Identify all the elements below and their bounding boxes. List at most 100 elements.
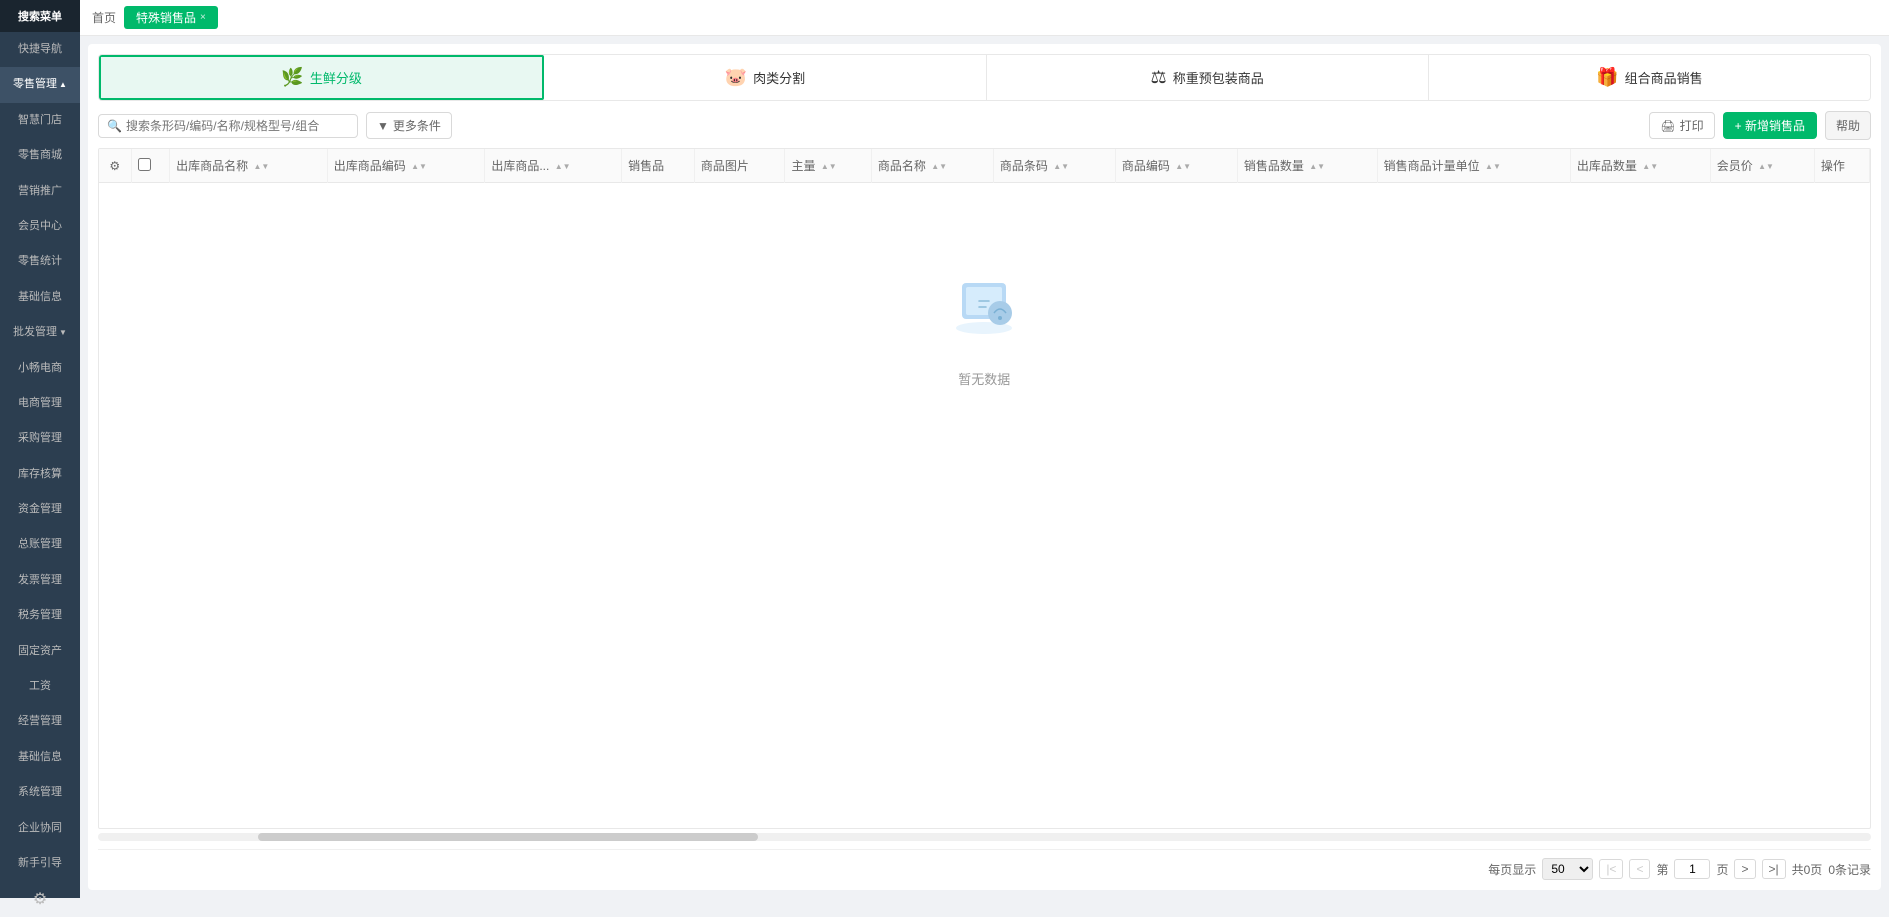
help-button[interactable]: 帮助	[1825, 111, 1871, 140]
per-page-label: 每页显示	[1488, 861, 1536, 878]
sidebar-item-tax[interactable]: 税务管理	[0, 598, 80, 633]
filter-label: 更多条件	[393, 117, 441, 134]
sidebar-item-invoice[interactable]: 发票管理	[0, 563, 80, 598]
sidebar-item-ecom-mgmt[interactable]: 电商管理	[0, 386, 80, 421]
next-page-button[interactable]: >	[1734, 859, 1755, 879]
th-outbound-qty: 出库品数量 ▲▼	[1570, 149, 1710, 183]
close-tab-icon[interactable]: ×	[200, 12, 206, 23]
home-link[interactable]: 首页	[92, 9, 116, 26]
page-number-input[interactable]	[1674, 859, 1710, 879]
page-unit: 页	[1716, 861, 1728, 878]
filter-icon: ▼	[377, 119, 389, 133]
tab-fresh-grade-label: 生鲜分级	[310, 68, 362, 87]
sort-product-name-icon[interactable]: ▲▼	[931, 163, 947, 171]
sidebar-item-finance[interactable]: 资金管理	[0, 492, 80, 527]
sidebar-item-enterprise[interactable]: 企业协同	[0, 811, 80, 846]
sidebar-item-base-info2[interactable]: 基础信息	[0, 740, 80, 775]
sidebar-item-base-info[interactable]: 基础信息	[0, 280, 80, 315]
th-image: 商品图片	[694, 149, 785, 183]
th-product-code: 商品编码 ▲▼	[1115, 149, 1237, 183]
sort-product-code-icon[interactable]: ▲▼	[1175, 163, 1191, 171]
sidebar-item-quick[interactable]: 快捷导航	[0, 32, 80, 67]
empty-illustration	[944, 263, 1024, 357]
sidebar-logo[interactable]: 搜索菜单	[0, 0, 80, 32]
sidebar: 搜索菜单 快捷导航 零售管理 智慧门店 零售商城 营销推广 会员中心 零售统计 …	[0, 0, 80, 898]
tab-meat-cut[interactable]: 🐷 肉类分割	[544, 55, 986, 100]
select-all-checkbox[interactable]	[138, 158, 151, 171]
print-button[interactable]: 🖨 打印	[1649, 112, 1714, 139]
sidebar-item-ecommerce[interactable]: 小畅电商	[0, 351, 80, 386]
th-outbound-name: 出库商品名称 ▲▼	[170, 149, 328, 183]
sidebar-item-ledger[interactable]: 总账管理	[0, 527, 80, 562]
empty-text: 暂无数据	[958, 369, 1010, 388]
sidebar-item-smart-store[interactable]: 智慧门店	[0, 103, 80, 138]
sidebar-item-retail-mall[interactable]: 零售商城	[0, 138, 80, 173]
sidebar-item-inventory[interactable]: 库存核算	[0, 457, 80, 492]
sort-barcode-icon[interactable]: ▲▼	[1053, 163, 1069, 171]
th-outbound-spec: 出库商品... ▲▼	[485, 149, 622, 183]
data-table-wrap: ⚙ 出库商品名称 ▲▼ 出库商品编码 ▲▼ 出库商品... ▲▼	[98, 148, 1871, 829]
sidebar-item-marketing[interactable]: 营销推广	[0, 174, 80, 209]
th-sale-item: 销售品	[622, 149, 695, 183]
help-label: 帮助	[1836, 119, 1860, 133]
sidebar-item-system[interactable]: 系统管理	[0, 775, 80, 810]
prev-page-button[interactable]: <	[1629, 859, 1650, 879]
th-sale-unit: 销售商品计量单位 ▲▼	[1377, 149, 1570, 183]
tab-combo-sale[interactable]: 🎁 组合商品销售	[1429, 55, 1870, 100]
add-label: + 新增销售品	[1735, 117, 1805, 134]
weigh-icon: ⚖	[1151, 67, 1167, 88]
filter-button[interactable]: ▼ 更多条件	[366, 112, 452, 139]
tab-weigh-label: 称重预包装商品	[1173, 68, 1264, 87]
th-member-price: 会员价 ▲▼	[1710, 149, 1814, 183]
category-tabs: 🌿 生鲜分级 🐷 肉类分割 ⚖ 称重预包装商品 🎁 组合商品销售	[98, 54, 1871, 101]
th-checkbox[interactable]	[131, 149, 170, 183]
sidebar-item-salary[interactable]: 工资	[0, 669, 80, 704]
sort-sale-qty-icon[interactable]: ▲▼	[1309, 163, 1325, 171]
scroll-thumb[interactable]	[258, 833, 758, 841]
tab-combo-label: 组合商品销售	[1625, 68, 1703, 87]
sidebar-item-member[interactable]: 会员中心	[0, 209, 80, 244]
sidebar-item-purchase[interactable]: 采购管理	[0, 421, 80, 456]
sort-outbound-spec-icon[interactable]: ▲▼	[555, 163, 571, 171]
horizontal-scrollbar[interactable]	[98, 833, 1871, 841]
total-pages: 共0页	[1792, 861, 1823, 878]
gear-icon[interactable]: ⚙	[0, 881, 80, 917]
main-content: 首页 特殊销售品 × 🌿 生鲜分级 🐷 肉类分割 ⚖ 称重预包装商品 🎁 组合商…	[80, 0, 1889, 898]
search-input[interactable]	[126, 119, 349, 133]
toolbar: 🔍 ▼ 更多条件 🖨 打印 + 新增销售品 帮助	[98, 111, 1871, 140]
sort-outbound-qty-icon[interactable]: ▲▼	[1642, 163, 1658, 171]
sidebar-item-retail-stats[interactable]: 零售统计	[0, 244, 80, 279]
active-tab[interactable]: 特殊销售品 ×	[124, 6, 218, 29]
th-outbound-code: 出库商品编码 ▲▼	[327, 149, 485, 183]
sort-outbound-name-icon[interactable]: ▲▼	[253, 163, 269, 171]
sidebar-item-fixed-assets[interactable]: 固定资产	[0, 634, 80, 669]
add-product-button[interactable]: + 新增销售品	[1723, 112, 1817, 139]
first-page-button[interactable]: |<	[1599, 859, 1623, 879]
per-page-select[interactable]: 50 10 20 100	[1542, 858, 1593, 880]
last-page-button[interactable]: >|	[1762, 859, 1786, 879]
search-box[interactable]: 🔍	[98, 114, 358, 138]
th-barcode: 商品条码 ▲▼	[993, 149, 1115, 183]
print-label: 打印	[1680, 117, 1704, 134]
sidebar-item-retail[interactable]: 零售管理	[0, 67, 80, 102]
tab-weigh-prepack[interactable]: ⚖ 称重预包装商品	[987, 55, 1429, 100]
sidebar-item-wholesale[interactable]: 批发管理	[0, 315, 80, 350]
topbar: 首页 特殊销售品 ×	[80, 0, 1889, 36]
tab-label: 特殊销售品	[136, 9, 196, 26]
sidebar-item-newbie[interactable]: 新手引导	[0, 846, 80, 881]
tab-meat-cut-label: 肉类分割	[753, 68, 805, 87]
page-content: 🌿 生鲜分级 🐷 肉类分割 ⚖ 称重预包装商品 🎁 组合商品销售 🔍	[88, 44, 1881, 890]
print-icon: 🖨	[1660, 119, 1675, 133]
th-sale-qty: 销售品数量 ▲▼	[1237, 149, 1377, 183]
sort-main-qty-icon[interactable]: ▲▼	[821, 163, 837, 171]
page-label: 第	[1656, 861, 1668, 878]
meat-cut-icon: 🐷	[725, 67, 747, 88]
sort-member-price-icon[interactable]: ▲▼	[1758, 163, 1774, 171]
pagination: 每页显示 50 10 20 100 |< < 第 页 > >| 共0页 0条记录	[98, 849, 1871, 880]
sort-outbound-code-icon[interactable]: ▲▼	[411, 163, 427, 171]
th-settings[interactable]: ⚙	[99, 149, 131, 183]
sidebar-item-business-mgmt[interactable]: 经营管理	[0, 704, 80, 739]
tab-fresh-grade[interactable]: 🌿 生鲜分级	[99, 55, 544, 100]
sort-sale-unit-icon[interactable]: ▲▼	[1485, 163, 1501, 171]
toolbar-right: 🖨 打印 + 新增销售品 帮助	[1649, 111, 1871, 140]
